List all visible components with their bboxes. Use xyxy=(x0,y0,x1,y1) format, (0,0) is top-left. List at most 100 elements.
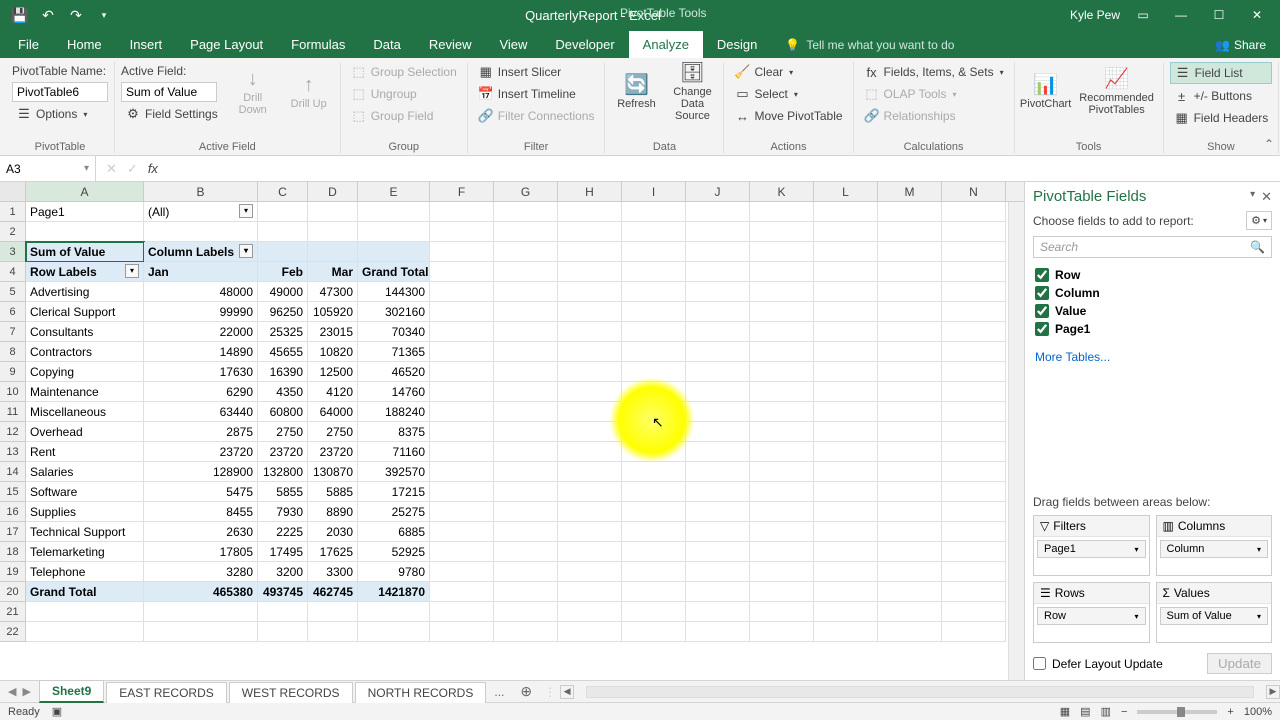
cell[interactable] xyxy=(144,222,258,242)
cell[interactable] xyxy=(430,282,494,302)
cell[interactable] xyxy=(814,482,878,502)
cell[interactable] xyxy=(814,562,878,582)
cell[interactable] xyxy=(942,222,1006,242)
tab-formulas[interactable]: Formulas xyxy=(277,31,359,58)
data-cell[interactable]: 63440 xyxy=(144,402,258,422)
data-cell[interactable]: 7930 xyxy=(258,502,308,522)
cell[interactable] xyxy=(814,362,878,382)
sheet-add-button[interactable]: ⊕ xyxy=(512,683,540,700)
col-header-G[interactable]: G xyxy=(494,182,558,201)
col-header-C[interactable]: C xyxy=(258,182,308,201)
cell[interactable] xyxy=(26,622,144,642)
cell[interactable] xyxy=(878,402,942,422)
cell[interactable] xyxy=(750,342,814,362)
row-header[interactable]: 21 xyxy=(0,602,26,622)
data-cell[interactable]: 2750 xyxy=(258,422,308,442)
cell[interactable] xyxy=(622,402,686,422)
user-name[interactable]: Kyle Pew xyxy=(1070,8,1120,22)
row-header[interactable]: 15 xyxy=(0,482,26,502)
save-icon[interactable]: 💾 xyxy=(8,3,32,27)
sheet-more-button[interactable]: ... xyxy=(486,685,512,699)
data-cell[interactable]: 25275 xyxy=(358,502,430,522)
cell[interactable] xyxy=(358,242,430,262)
cell[interactable] xyxy=(558,262,622,282)
defer-checkbox[interactable] xyxy=(1033,657,1046,670)
cell[interactable] xyxy=(558,322,622,342)
columns-area[interactable]: ▥Columns Column▾ xyxy=(1156,515,1273,576)
data-cell[interactable]: 6290 xyxy=(144,382,258,402)
cell[interactable] xyxy=(430,622,494,642)
data-cell[interactable]: 48000 xyxy=(144,282,258,302)
row-labels-cell[interactable]: Row Labels▾ xyxy=(26,262,144,282)
data-cell[interactable]: 12500 xyxy=(308,362,358,382)
values-area[interactable]: ΣValues Sum of Value▾ xyxy=(1156,582,1273,643)
cell[interactable] xyxy=(814,402,878,422)
sheet-nav-next-icon[interactable]: ▶ xyxy=(22,685,30,698)
cell[interactable] xyxy=(308,202,358,222)
cell[interactable] xyxy=(308,242,358,262)
undo-icon[interactable]: ↶ xyxy=(36,3,60,27)
view-page-icon[interactable]: ▤ xyxy=(1080,705,1090,718)
cell[interactable] xyxy=(308,622,358,642)
data-cell[interactable]: 49000 xyxy=(258,282,308,302)
cell[interactable] xyxy=(686,322,750,342)
cell[interactable] xyxy=(942,302,1006,322)
tab-view[interactable]: View xyxy=(485,31,541,58)
tell-me-search[interactable]: 💡 Tell me what you want to do xyxy=(771,32,1201,58)
cell[interactable] xyxy=(686,622,750,642)
data-cell[interactable]: 302160 xyxy=(358,302,430,322)
cell[interactable] xyxy=(878,462,942,482)
cell[interactable] xyxy=(308,602,358,622)
cell[interactable] xyxy=(430,482,494,502)
cell[interactable] xyxy=(878,482,942,502)
checkbox[interactable] xyxy=(1035,322,1049,336)
cell[interactable] xyxy=(622,522,686,542)
value-pill[interactable]: Sum of Value▾ xyxy=(1160,607,1269,625)
cell[interactable] xyxy=(878,322,942,342)
row-header[interactable]: 17 xyxy=(0,522,26,542)
cell[interactable] xyxy=(750,242,814,262)
cell[interactable] xyxy=(558,422,622,442)
col-header-M[interactable]: M xyxy=(878,182,942,201)
row-label[interactable]: Supplies xyxy=(26,502,144,522)
cell[interactable] xyxy=(750,222,814,242)
options-button[interactable]: ☰Options▾ xyxy=(12,104,108,124)
row-header[interactable]: 3 xyxy=(0,242,26,262)
cell[interactable] xyxy=(814,322,878,342)
name-box[interactable]: A3 ▾ xyxy=(0,156,96,181)
cell[interactable] xyxy=(494,362,558,382)
data-cell[interactable]: 70340 xyxy=(358,322,430,342)
cell[interactable] xyxy=(686,382,750,402)
col-header-L[interactable]: L xyxy=(814,182,878,201)
col-header-D[interactable]: D xyxy=(308,182,358,201)
cell[interactable] xyxy=(878,222,942,242)
row-label[interactable]: Consultants xyxy=(26,322,144,342)
cell[interactable] xyxy=(622,562,686,582)
cell[interactable] xyxy=(622,602,686,622)
cell[interactable] xyxy=(942,202,1006,222)
row-header[interactable]: 16 xyxy=(0,502,26,522)
row-label[interactable]: Copying xyxy=(26,362,144,382)
cell[interactable] xyxy=(750,422,814,442)
cell[interactable] xyxy=(878,602,942,622)
data-cell[interactable]: 17625 xyxy=(308,542,358,562)
cell[interactable] xyxy=(430,422,494,442)
row-header[interactable]: 11 xyxy=(0,402,26,422)
cell[interactable] xyxy=(558,582,622,602)
cell[interactable] xyxy=(358,202,430,222)
pm-buttons-button[interactable]: ±+/- Buttons xyxy=(1170,86,1273,106)
data-cell[interactable]: 6885 xyxy=(358,522,430,542)
cell[interactable] xyxy=(878,262,942,282)
cell[interactable] xyxy=(558,362,622,382)
cell[interactable] xyxy=(622,202,686,222)
field-settings-button[interactable]: ⚙Field Settings xyxy=(121,104,222,124)
col-header-B[interactable]: B xyxy=(144,182,258,201)
cell[interactable] xyxy=(494,242,558,262)
data-cell[interactable]: 392570 xyxy=(358,462,430,482)
cell[interactable] xyxy=(430,602,494,622)
data-cell[interactable]: 105920 xyxy=(308,302,358,322)
cell[interactable] xyxy=(558,482,622,502)
data-cell[interactable]: 144300 xyxy=(358,282,430,302)
row-header[interactable]: 13 xyxy=(0,442,26,462)
cell[interactable] xyxy=(686,522,750,542)
